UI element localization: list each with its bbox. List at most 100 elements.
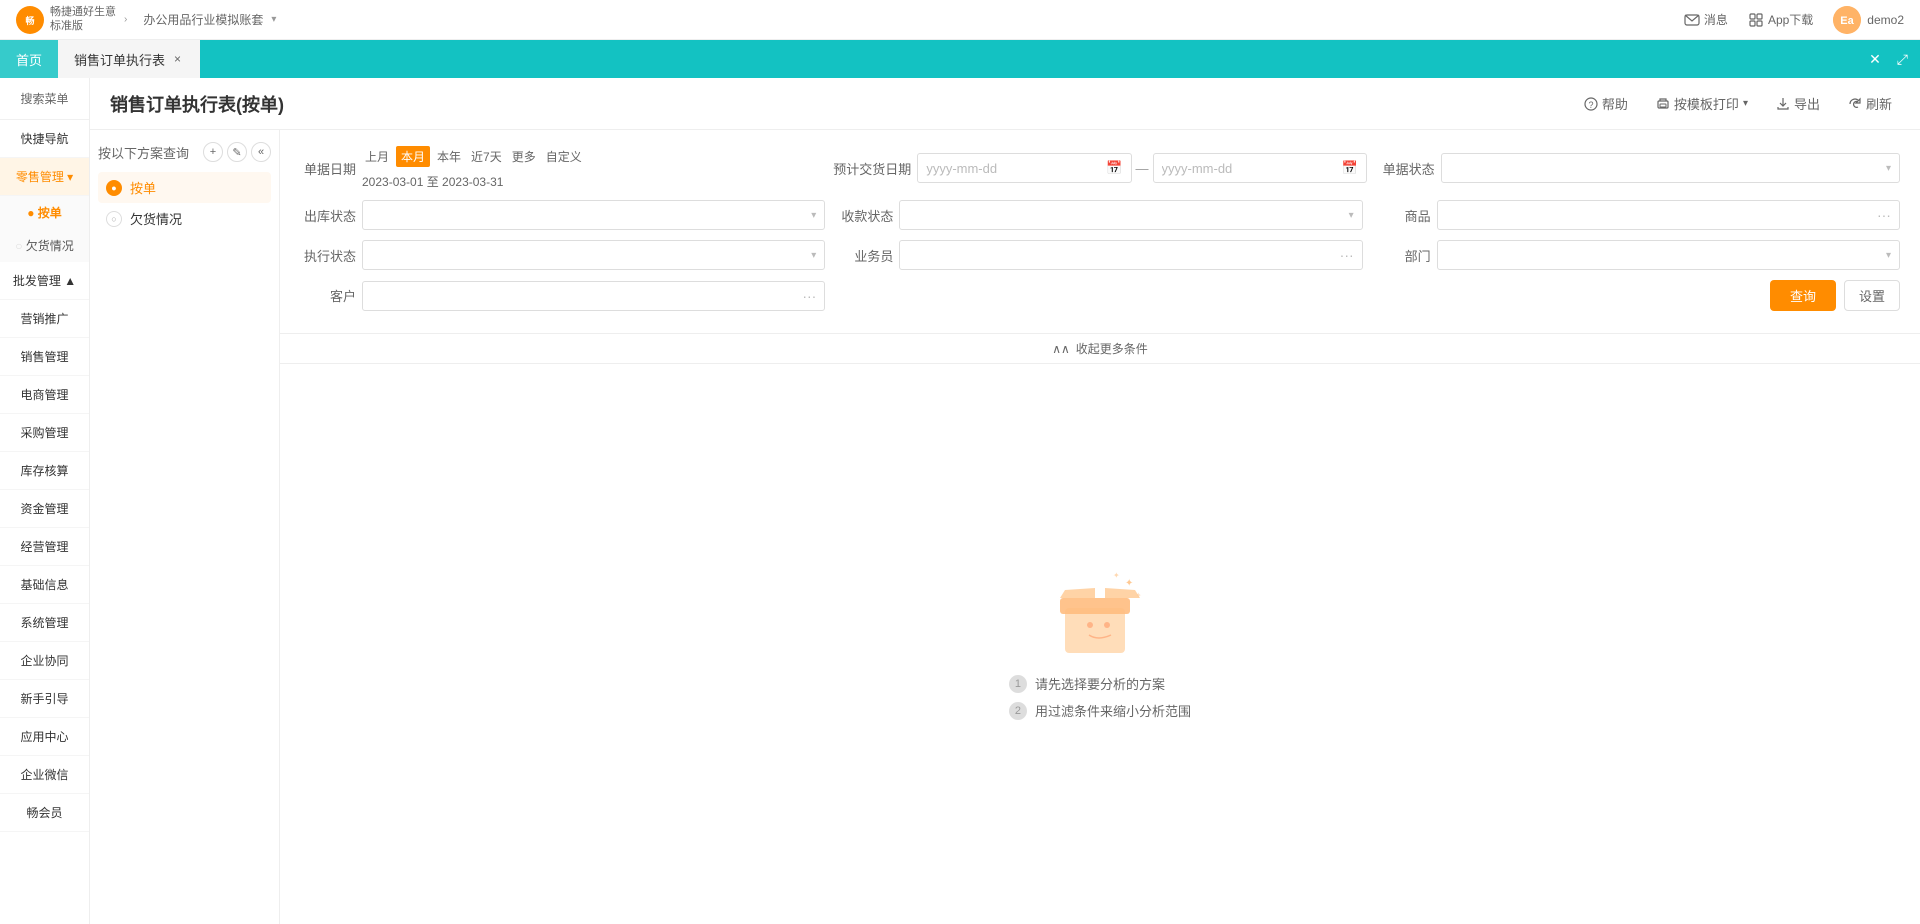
query-btn[interactable]: 查询 <box>1770 280 1836 311</box>
sidebar-item-finance[interactable]: 资金管理 <box>0 490 89 528</box>
sidebar-item-sales[interactable]: 销售管理 <box>0 338 89 376</box>
print-dropdown-arrow[interactable]: ▾ <box>1743 98 1748 109</box>
customer-label: 客户 <box>300 286 356 305</box>
data-area: ✦ ✦ ✦ 1 请先选择 <box>280 364 1920 924</box>
dept-label: 部门 <box>1375 246 1431 265</box>
goods-label: 商品 <box>1375 206 1431 225</box>
date-range-display: 2023-03-01 至 2023-03-31 <box>362 173 821 190</box>
exec-status-label: 执行状态 <box>300 246 356 265</box>
date-dash: — <box>1136 161 1149 176</box>
sidebar-item-member[interactable]: 畅会员 <box>0 794 89 832</box>
help-icon: ? <box>1584 97 1598 111</box>
collect-status-select[interactable]: ▾ <box>899 200 1362 230</box>
settings-btn[interactable]: 设置 <box>1844 280 1900 311</box>
sidebar-item-system[interactable]: 系统管理 <box>0 604 89 642</box>
nav-right-icons: ✕ ⤢ <box>1865 40 1920 78</box>
date-btn-thisyear[interactable]: 本年 <box>434 146 464 167</box>
empty-msg-1: 1 请先选择要分析的方案 <box>1009 674 1165 693</box>
scheme-bullet-active: ● <box>106 180 122 196</box>
expected-date-end-field[interactable] <box>1162 161 1338 176</box>
exec-status-select[interactable]: ▾ <box>362 240 825 270</box>
user-avatar-area[interactable]: Ea demo2 <box>1833 6 1904 34</box>
order-status-label: 单据状态 <box>1379 159 1435 178</box>
filter-customer: 客户 ··· <box>300 281 825 311</box>
print-icon <box>1656 97 1670 111</box>
sidebar-item-ecommerce[interactable]: 电商管理 <box>0 376 89 414</box>
collapse-scheme-icon[interactable]: « <box>251 142 271 162</box>
tab-sales-order[interactable]: 销售订单执行表 × <box>58 40 200 78</box>
calendar-icon-end[interactable]: 📅 <box>1342 160 1358 176</box>
order-status-select[interactable]: ▾ <box>1441 153 1900 183</box>
ship-arrow: ▾ <box>811 210 816 221</box>
search-menu-btn[interactable]: 搜索菜单 <box>8 86 81 111</box>
expected-date-end-input[interactable]: 📅 <box>1153 153 1367 183</box>
sidebar-item-inventory[interactable]: 库存核算 <box>0 452 89 490</box>
sidebar-item-quick-nav[interactable]: 快捷导航 <box>0 120 89 158</box>
sidebar-submenu-retail: ● 按单 ○ 欠货情况 <box>0 196 89 262</box>
left-scheme-panel: 按以下方案查询 + ✎ « ● 按单 ○ 欠货情况 <box>90 130 280 924</box>
customer-input[interactable]: ··· <box>362 281 825 311</box>
app-download-btn[interactable]: App下载 <box>1748 11 1813 28</box>
svg-text:✦: ✦ <box>1125 578 1133 589</box>
sidebar-item-appstore[interactable]: 应用中心 <box>0 718 89 756</box>
dept-select[interactable]: ▾ <box>1437 240 1900 270</box>
goods-more-icon[interactable]: ··· <box>1877 207 1891 223</box>
sidebar-sub-item-backorder[interactable]: ○ 欠货情况 <box>0 229 89 262</box>
message-btn[interactable]: 消息 <box>1684 11 1728 28</box>
svg-text:畅: 畅 <box>25 15 34 26</box>
top-header: 畅 畅捷通好生意 标准版 › 办公用品行业模拟账套 ▾ 消息 App下载 Ea … <box>0 0 1920 40</box>
sidebar-item-retail[interactable]: 零售管理 ▾ <box>0 158 89 196</box>
collapse-label: 收起更多条件 <box>1076 340 1148 357</box>
sidebar-item-operation[interactable]: 经营管理 <box>0 528 89 566</box>
date-btn-thismonth[interactable]: 本月 <box>396 146 430 167</box>
ship-status-select[interactable]: ▾ <box>362 200 825 230</box>
collapse-conditions-btn[interactable]: ∧∧ 收起更多条件 <box>280 334 1920 364</box>
help-btn[interactable]: ? 帮助 <box>1576 90 1636 117</box>
tab-home[interactable]: 首页 <box>0 40 58 78</box>
scheme-item-by-order[interactable]: ● 按单 <box>98 172 271 203</box>
svg-text:✦: ✦ <box>1135 591 1142 600</box>
active-tab-label: 销售订单执行表 <box>74 50 165 69</box>
sidebar-item-enterprise[interactable]: 企业协同 <box>0 642 89 680</box>
add-scheme-icon[interactable]: + <box>203 142 223 162</box>
empty-illustration: ✦ ✦ ✦ <box>1045 568 1155 658</box>
dropdown-arrow-breadcrumb[interactable]: ▾ <box>271 14 276 25</box>
header-left: 畅 畅捷通好生意 标准版 › 办公用品行业模拟账套 ▾ <box>16 6 276 34</box>
date-btn-lastmonth[interactable]: 上月 <box>362 146 392 167</box>
customer-more-icon[interactable]: ··· <box>802 288 816 304</box>
tab-close-icon[interactable]: × <box>171 51 184 67</box>
sidebar-item-corpwx[interactable]: 企业微信 <box>0 756 89 794</box>
filter-order-status: 单据状态 ▾ <box>1379 153 1900 183</box>
sidebar-item-basic[interactable]: 基础信息 <box>0 566 89 604</box>
filter-salesperson: 业务员 ··· <box>837 240 1362 270</box>
edit-scheme-icon[interactable]: ✎ <box>227 142 247 162</box>
sidebar-item-marketing[interactable]: 营销推广 <box>0 300 89 338</box>
order-status-arrow: ▾ <box>1886 163 1891 174</box>
expected-date-start-field[interactable] <box>926 161 1102 176</box>
date-btn-more[interactable]: 更多 <box>509 146 539 167</box>
ship-status-label: 出库状态 <box>300 206 356 225</box>
salesperson-input[interactable]: ··· <box>899 240 1362 270</box>
date-btn-7days[interactable]: 近7天 <box>468 146 505 167</box>
refresh-btn[interactable]: 刷新 <box>1840 90 1900 117</box>
avatar: Ea <box>1833 6 1861 34</box>
salesperson-more-icon[interactable]: ··· <box>1340 247 1354 263</box>
goods-input[interactable]: ··· <box>1437 200 1900 230</box>
print-btn[interactable]: 按模板打印 ▾ <box>1648 90 1756 117</box>
scheme-item-backorder[interactable]: ○ 欠货情况 <box>98 203 271 234</box>
date-btn-custom[interactable]: 自定义 <box>543 146 585 167</box>
sidebar-item-wholesale[interactable]: 批发管理 ▲ <box>0 262 89 300</box>
expected-date-start-input[interactable]: 📅 <box>917 153 1131 183</box>
window-close-icon[interactable]: ✕ <box>1865 47 1885 72</box>
sidebar-sub-item-scheme[interactable]: ● 按单 <box>0 196 89 229</box>
filter-collect-status: 收款状态 ▾ <box>837 200 1362 230</box>
page-header: 销售订单执行表(按单) ? 帮助 按模板打印 ▾ 导出 刷新 <box>90 78 1920 130</box>
empty-msg-2: 2 用过滤条件来缩小分析范围 <box>1009 701 1191 720</box>
scheme-panel-title: 按以下方案查询 <box>98 143 189 162</box>
sidebar-item-newbie[interactable]: 新手引导 <box>0 680 89 718</box>
export-btn[interactable]: 导出 <box>1768 90 1828 117</box>
sidebar-item-purchase[interactable]: 采购管理 <box>0 414 89 452</box>
window-expand-icon[interactable]: ⤢ <box>1893 47 1912 72</box>
main-wrapper: 搜索菜单 快捷导航 零售管理 ▾ ● 按单 ○ 欠货情况 批发管理 ▲ 营销推广… <box>0 78 1920 924</box>
calendar-icon-start[interactable]: 📅 <box>1106 160 1122 176</box>
